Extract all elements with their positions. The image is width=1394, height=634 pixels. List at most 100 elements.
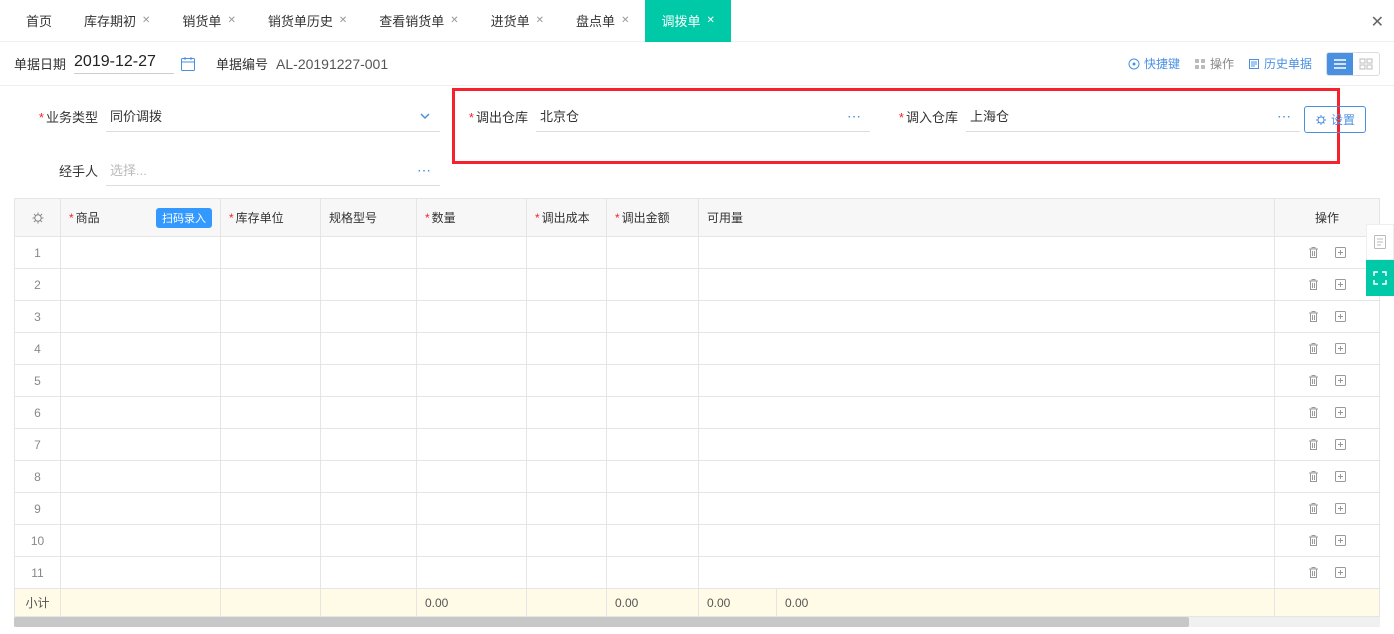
cell-unit[interactable]	[221, 525, 321, 557]
chevron-down-icon[interactable]	[418, 109, 432, 123]
delete-row-icon[interactable]	[1307, 534, 1320, 547]
cell-unit[interactable]	[221, 397, 321, 429]
cell-spec[interactable]	[321, 461, 417, 493]
cell-qty[interactable]	[417, 557, 527, 589]
close-icon[interactable]: ✕	[536, 15, 544, 26]
delete-row-icon[interactable]	[1307, 566, 1320, 579]
tab-stocktake[interactable]: 盘点单✕	[560, 0, 645, 42]
view-list-button[interactable]	[1327, 53, 1353, 75]
calendar-icon[interactable]	[180, 56, 196, 72]
add-row-icon[interactable]	[1334, 566, 1347, 579]
cell-product[interactable]	[61, 525, 221, 557]
cell-cost[interactable]	[527, 493, 607, 525]
cell-product[interactable]	[61, 557, 221, 589]
settings-button[interactable]: 设置	[1304, 106, 1366, 133]
add-row-icon[interactable]	[1334, 470, 1347, 483]
cell-spec[interactable]	[321, 557, 417, 589]
cell-spec[interactable]	[321, 397, 417, 429]
cell-avail[interactable]	[699, 365, 1275, 397]
tab-purchase-order[interactable]: 进货单✕	[475, 0, 560, 42]
add-row-icon[interactable]	[1334, 246, 1347, 259]
cell-unit[interactable]	[221, 237, 321, 269]
cell-product[interactable]	[61, 493, 221, 525]
delete-row-icon[interactable]	[1307, 278, 1320, 291]
close-icon[interactable]: ✕	[339, 15, 347, 26]
tab-sales-order[interactable]: 销货单✕	[166, 0, 251, 42]
cell-unit[interactable]	[221, 493, 321, 525]
cell-avail[interactable]	[699, 525, 1275, 557]
cell-cost[interactable]	[527, 557, 607, 589]
in-warehouse-value[interactable]: 上海仓	[966, 100, 1300, 132]
delete-row-icon[interactable]	[1307, 406, 1320, 419]
scan-badge[interactable]: 扫码录入	[156, 208, 212, 228]
cell-cost[interactable]	[527, 461, 607, 493]
add-row-icon[interactable]	[1334, 534, 1347, 547]
cell-cost[interactable]	[527, 301, 607, 333]
cell-amount[interactable]	[607, 397, 699, 429]
handler-field[interactable]: 经手人 选择... ⋯	[20, 154, 440, 186]
cell-spec[interactable]	[321, 525, 417, 557]
cell-avail[interactable]	[699, 429, 1275, 461]
cell-avail[interactable]	[699, 301, 1275, 333]
cell-spec[interactable]	[321, 365, 417, 397]
cell-avail[interactable]	[699, 461, 1275, 493]
handler-value[interactable]: 选择...	[106, 154, 440, 186]
close-all-tabs-icon[interactable]: ✕	[1371, 12, 1384, 32]
gear-column[interactable]	[15, 199, 61, 237]
cell-amount[interactable]	[607, 525, 699, 557]
cell-amount[interactable]	[607, 237, 699, 269]
close-icon[interactable]: ✕	[621, 15, 629, 26]
cell-product[interactable]	[61, 237, 221, 269]
cell-qty[interactable]	[417, 461, 527, 493]
cell-avail[interactable]	[699, 557, 1275, 589]
cell-avail[interactable]	[699, 333, 1275, 365]
cell-cost[interactable]	[527, 333, 607, 365]
cell-qty[interactable]	[417, 301, 527, 333]
cell-avail[interactable]	[699, 269, 1275, 301]
delete-row-icon[interactable]	[1307, 438, 1320, 451]
cell-spec[interactable]	[321, 429, 417, 461]
cell-unit[interactable]	[221, 429, 321, 461]
cell-qty[interactable]	[417, 525, 527, 557]
cell-qty[interactable]	[417, 493, 527, 525]
cell-spec[interactable]	[321, 333, 417, 365]
cell-qty[interactable]	[417, 429, 527, 461]
cell-cost[interactable]	[527, 397, 607, 429]
cell-qty[interactable]	[417, 365, 527, 397]
cell-amount[interactable]	[607, 333, 699, 365]
table-row[interactable]: 3	[15, 301, 1379, 333]
close-icon[interactable]: ✕	[142, 15, 150, 26]
cell-amount[interactable]	[607, 365, 699, 397]
cell-product[interactable]	[61, 269, 221, 301]
cell-qty[interactable]	[417, 269, 527, 301]
cell-avail[interactable]	[699, 237, 1275, 269]
cell-product[interactable]	[61, 301, 221, 333]
add-row-icon[interactable]	[1334, 310, 1347, 323]
cell-unit[interactable]	[221, 269, 321, 301]
table-row[interactable]: 5	[15, 365, 1379, 397]
history-link[interactable]: 历史单据	[1248, 55, 1312, 72]
table-row[interactable]: 1	[15, 237, 1379, 269]
cell-product[interactable]	[61, 429, 221, 461]
add-row-icon[interactable]	[1334, 278, 1347, 291]
delete-row-icon[interactable]	[1307, 470, 1320, 483]
tab-sales-history[interactable]: 销货单历史✕	[252, 0, 363, 42]
delete-row-icon[interactable]	[1307, 374, 1320, 387]
close-icon[interactable]: ✕	[450, 15, 458, 26]
delete-row-icon[interactable]	[1307, 502, 1320, 515]
cell-product[interactable]	[61, 397, 221, 429]
cell-qty[interactable]	[417, 397, 527, 429]
in-warehouse-field[interactable]: *调入仓库 上海仓 ⋯	[880, 100, 1300, 132]
cell-amount[interactable]	[607, 461, 699, 493]
delete-row-icon[interactable]	[1307, 342, 1320, 355]
delete-row-icon[interactable]	[1307, 310, 1320, 323]
fullscreen-button[interactable]	[1366, 260, 1394, 296]
cell-unit[interactable]	[221, 301, 321, 333]
add-row-icon[interactable]	[1334, 502, 1347, 515]
table-row[interactable]: 9	[15, 493, 1379, 525]
cell-cost[interactable]	[527, 365, 607, 397]
tab-home[interactable]: 首页	[10, 0, 68, 42]
table-row[interactable]: 2	[15, 269, 1379, 301]
biz-type-field[interactable]: *业务类型 同价调拨	[20, 100, 440, 132]
tab-inventory-opening[interactable]: 库存期初✕	[68, 0, 166, 42]
